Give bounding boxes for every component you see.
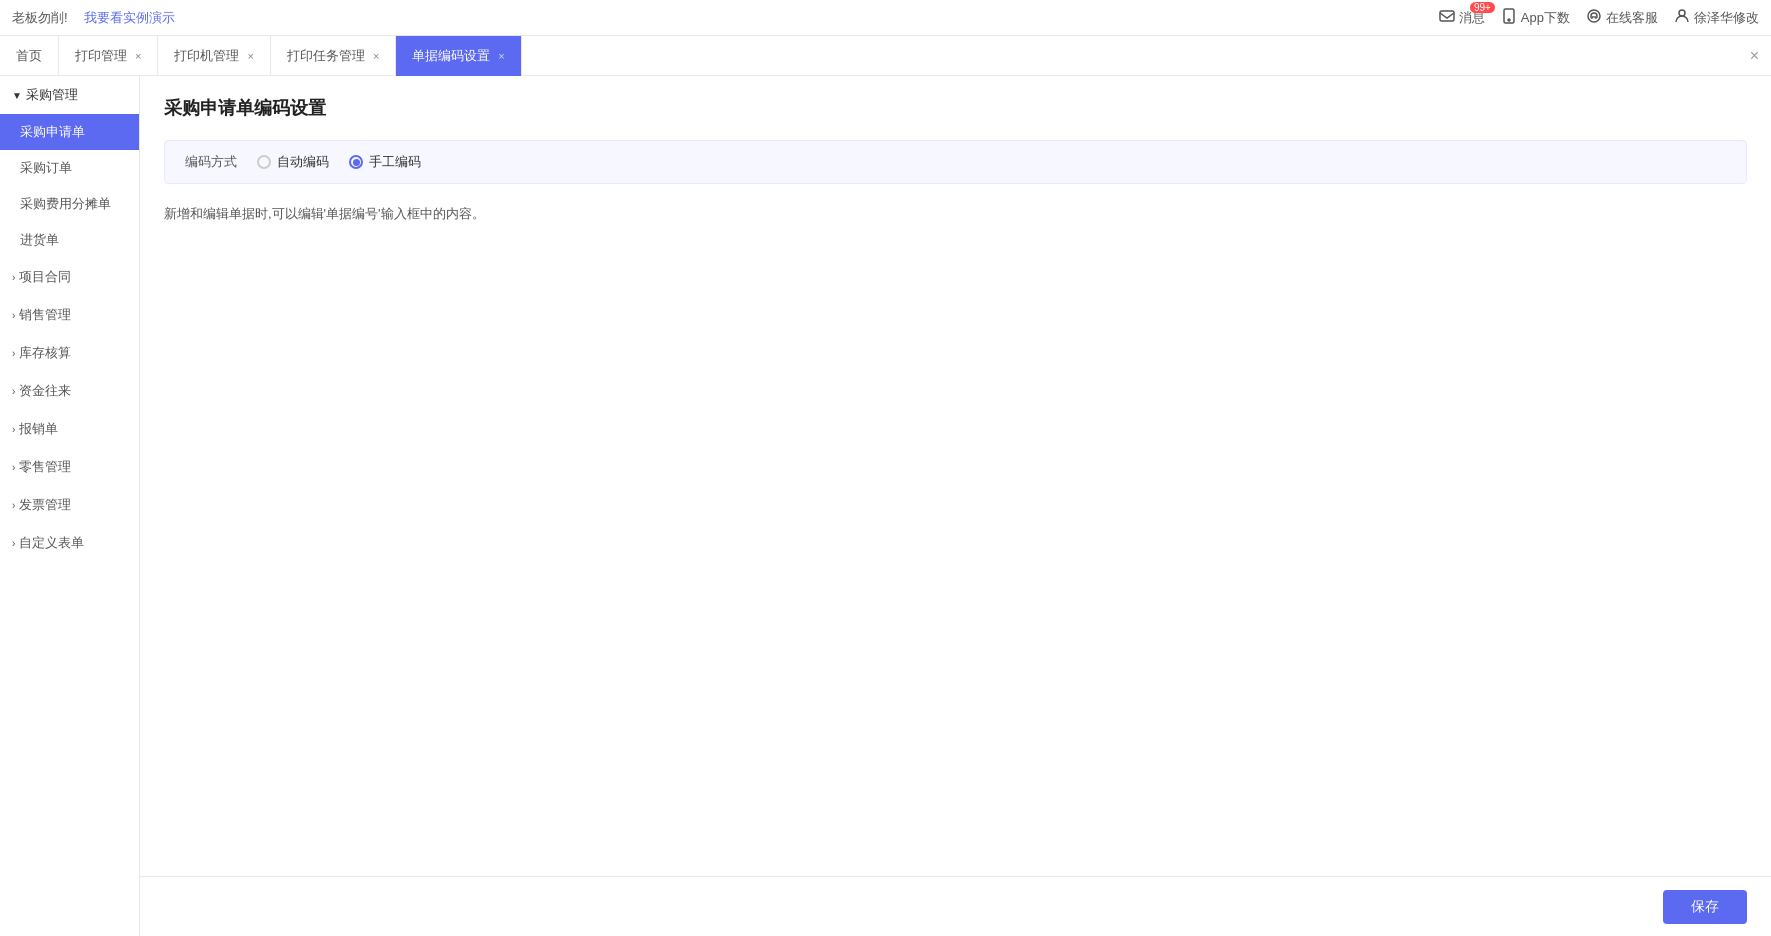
sidebar-item-purchase-expense[interactable]: 采购费用分摊单 (0, 186, 139, 222)
content-inner: 采购申请单编码设置 编码方式 自动编码 手工编码 新增和编辑单据时,可以编辑'单… (140, 76, 1771, 876)
app-icon (1501, 8, 1517, 27)
tab-bar-close-button[interactable]: × (1750, 47, 1759, 65)
chevron-right-icon: › (12, 348, 15, 359)
tab-print-mgmt-close[interactable]: × (135, 50, 141, 62)
sidebar-item-purchase-request[interactable]: 采购申请单 (0, 114, 139, 150)
sidebar-item-stock-in[interactable]: 进货单 (0, 222, 139, 258)
sidebar-group-purchase-title[interactable]: ▼ 采购管理 (0, 76, 139, 114)
hint-text: 新增和编辑单据时,可以编辑'单据编号'输入框中的内容。 (164, 204, 1747, 225)
svg-rect-1 (1440, 11, 1454, 21)
chevron-right-icon: › (12, 500, 15, 511)
content-area: 采购申请单编码设置 编码方式 自动编码 手工编码 新增和编辑单据时,可以编辑'单… (140, 76, 1771, 936)
sidebar-item-project-contract[interactable]: › 项目合同 (0, 258, 139, 296)
content-footer: 保存 (140, 876, 1771, 936)
main-layout: ▼ 采购管理 采购申请单 采购订单 采购费用分摊单 进货单 › 项目合同 › 销… (0, 76, 1771, 936)
chevron-right-icon: › (12, 272, 15, 283)
top-bar-left: 老板勿削! 我要看实例演示 (12, 9, 175, 27)
sidebar-item-sales[interactable]: › 销售管理 (0, 296, 139, 334)
sidebar-item-returns[interactable]: › 报销单 (0, 410, 139, 448)
svg-point-4 (1588, 10, 1600, 22)
message-button[interactable]: 消息 99+ (1439, 8, 1485, 27)
radio-manual-label: 手工编码 (369, 153, 421, 171)
top-bar: 老板勿削! 我要看实例演示 消息 99+ (0, 0, 1771, 36)
page-title: 采购申请单编码设置 (164, 96, 1747, 120)
chevron-right-icon: › (12, 462, 15, 473)
sidebar-item-purchase-order[interactable]: 采购订单 (0, 150, 139, 186)
sidebar-item-inventory[interactable]: › 库存核算 (0, 334, 139, 372)
tab-barcode-setting-close[interactable]: × (498, 50, 504, 62)
message-badge: 99+ (1470, 2, 1495, 13)
svg-point-3 (1508, 19, 1510, 21)
sidebar-item-custom-form[interactable]: › 自定义表单 (0, 524, 139, 562)
radio-auto[interactable]: 自动编码 (257, 153, 329, 171)
user-label: 徐泽华修改 (1694, 9, 1759, 27)
encoding-section: 编码方式 自动编码 手工编码 (164, 140, 1747, 184)
sidebar-item-invoice[interactable]: › 发票管理 (0, 486, 139, 524)
tab-print-mgmt[interactable]: 打印管理 × (59, 36, 158, 76)
tab-print-task-mgmt-label: 打印任务管理 (287, 47, 365, 65)
chevron-right-icon: › (12, 538, 15, 549)
tab-print-task-mgmt[interactable]: 打印任务管理 × (271, 36, 396, 76)
tab-printer-mgmt-label: 打印机管理 (174, 47, 239, 65)
svg-point-5 (1679, 10, 1685, 16)
app-download-label: App下数 (1521, 9, 1570, 27)
user-icon (1674, 8, 1690, 27)
tab-barcode-setting-label: 单据编码设置 (412, 47, 490, 65)
radio-manual-circle (349, 155, 363, 169)
tab-print-mgmt-label: 打印管理 (75, 47, 127, 65)
radio-auto-circle (257, 155, 271, 169)
sidebar-group-purchase: ▼ 采购管理 采购申请单 采购订单 采购费用分摊单 进货单 (0, 76, 139, 258)
top-bar-right: 消息 99+ App下数 在线客服 (1439, 8, 1759, 27)
message-icon (1439, 8, 1455, 27)
demo-link[interactable]: 我要看实例演示 (84, 9, 175, 27)
tab-printer-mgmt-close[interactable]: × (247, 50, 253, 62)
chevron-right-icon: › (12, 310, 15, 321)
tab-bar: 首页 打印管理 × 打印机管理 × 打印任务管理 × 单据编码设置 × × (0, 36, 1771, 76)
tab-barcode-setting[interactable]: 单据编码设置 × (396, 36, 521, 76)
brand-label: 老板勿削! (12, 9, 68, 27)
tab-printer-mgmt[interactable]: 打印机管理 × (158, 36, 270, 76)
radio-manual[interactable]: 手工编码 (349, 153, 421, 171)
sidebar-item-retail[interactable]: › 零售管理 (0, 448, 139, 486)
chevron-right-icon: › (12, 386, 15, 397)
radio-auto-label: 自动编码 (277, 153, 329, 171)
app-download-button[interactable]: App下数 (1501, 8, 1570, 27)
encoding-label: 编码方式 (185, 153, 237, 171)
sidebar-item-funds[interactable]: › 资金往来 (0, 372, 139, 410)
sidebar-group-purchase-label: 采购管理 (26, 86, 78, 104)
online-service-label: 在线客服 (1606, 9, 1658, 27)
sidebar: ▼ 采购管理 采购申请单 采购订单 采购费用分摊单 进货单 › 项目合同 › 销… (0, 76, 140, 936)
radio-group: 自动编码 手工编码 (257, 153, 421, 171)
service-icon (1586, 8, 1602, 27)
chevron-down-icon: ▼ (12, 90, 22, 101)
user-button[interactable]: 徐泽华修改 (1674, 8, 1759, 27)
save-button[interactable]: 保存 (1663, 890, 1747, 924)
chevron-right-icon: › (12, 424, 15, 435)
tab-home-label: 首页 (16, 47, 42, 65)
online-service-button[interactable]: 在线客服 (1586, 8, 1658, 27)
tab-print-task-mgmt-close[interactable]: × (373, 50, 379, 62)
tab-home[interactable]: 首页 (0, 36, 59, 76)
